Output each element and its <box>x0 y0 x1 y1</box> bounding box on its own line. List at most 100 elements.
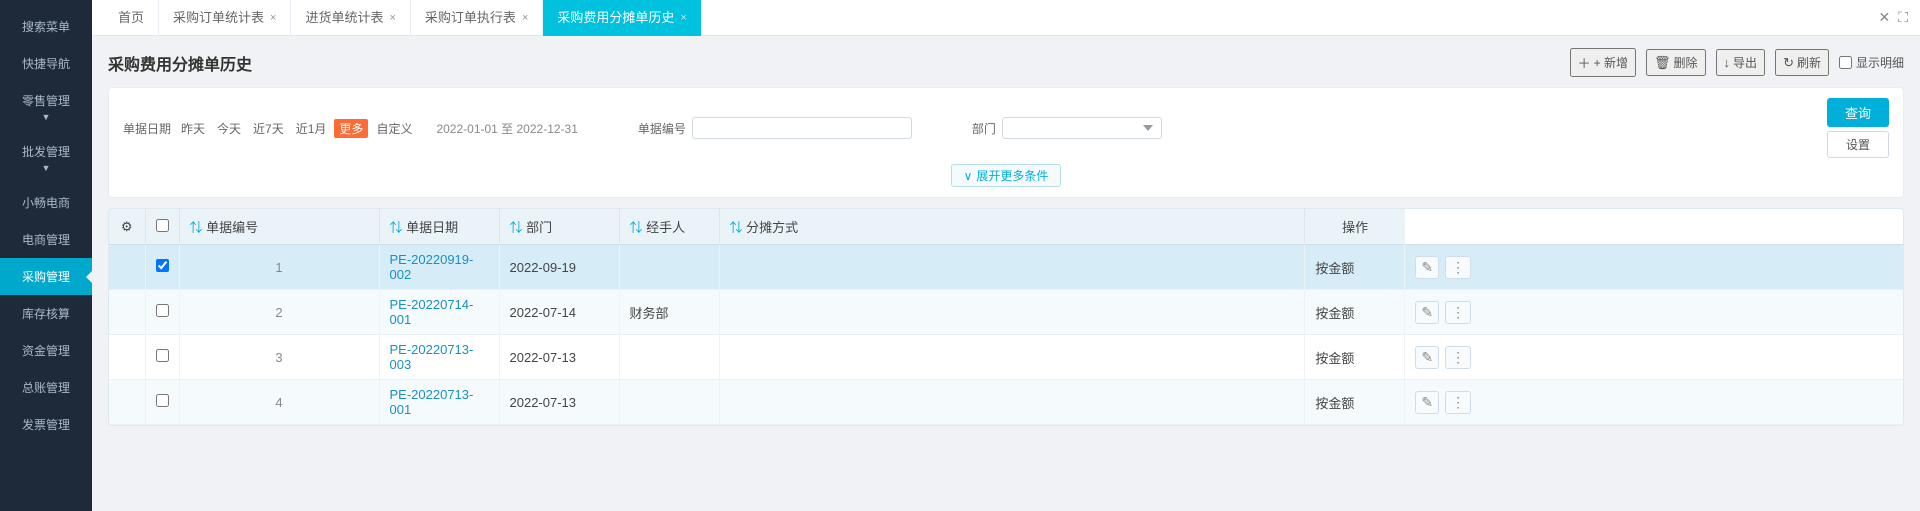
query-button[interactable]: 查询 <box>1827 98 1889 127</box>
date-more[interactable]: 更多 <box>334 119 368 138</box>
td-dept-0 <box>619 245 719 290</box>
row-checkbox-1[interactable] <box>156 304 169 317</box>
more-icon-2[interactable]: ⋮ <box>1445 346 1471 369</box>
fullscreen-icon[interactable]: ⛶ <box>1898 9 1908 26</box>
tab-close-inbound-stats[interactable]: × <box>389 0 395 36</box>
sidebar-item-purchase[interactable]: 采购管理 <box>0 258 92 295</box>
expand-row: ∨ 展开更多条件 <box>123 164 1889 187</box>
add-button[interactable]: ＋ + 新增 <box>1570 48 1636 77</box>
date-range-value: 2022-01-01 至 2022-12-31 <box>436 120 577 137</box>
sidebar-item-ecommerce-small[interactable]: 小畅电商 <box>0 184 92 221</box>
date-yesterday[interactable]: 昨天 <box>177 119 209 138</box>
docno-input[interactable] <box>692 117 912 139</box>
dept-select[interactable] <box>1002 117 1162 139</box>
doc-link-2[interactable]: PE-20220713-003 <box>390 342 474 372</box>
row-checkbox-2[interactable] <box>156 349 169 362</box>
tab-purchase-order-stats[interactable]: 采购订单统计表 × <box>159 0 291 36</box>
th-doc-id: ⇅ 单据编号 <box>179 209 379 245</box>
sidebar-item-retail[interactable]: 零售管理 ▼ <box>0 82 92 133</box>
sidebar-item-ecommerce[interactable]: 电商管理 <box>0 221 92 258</box>
td-action-0: ✎ ⋮ <box>1405 245 1903 290</box>
filter-row-1: 单据日期 昨天 今天 近7天 近1月 更多 自定义 2022-01-01 至 2… <box>123 98 1889 158</box>
td-checkbox-0[interactable] <box>145 245 179 290</box>
sidebar-item-search[interactable]: 搜索菜单 <box>0 8 92 45</box>
sidebar: 搜索菜单 快捷导航 零售管理 ▼ 批发管理 ▼ 小畅电商 电商管理 采购管理 库… <box>0 0 92 511</box>
tab-close-purchase-fee-history[interactable]: × <box>680 0 686 36</box>
tab-bar-actions: ✕ ⛶ <box>1878 9 1908 26</box>
td-setting-2 <box>109 335 145 380</box>
more-icon-3[interactable]: ⋮ <box>1445 391 1471 414</box>
refresh-button[interactable]: ↻ 刷新 <box>1775 49 1829 76</box>
td-checkbox-2[interactable] <box>145 335 179 380</box>
close-tab-icon[interactable]: ✕ <box>1878 9 1890 26</box>
filter-docno-item: 单据编号 <box>638 117 912 139</box>
delete-button[interactable]: 🗑 删除 <box>1646 49 1706 76</box>
th-action: 操作 <box>1305 209 1405 245</box>
date-1month[interactable]: 近1月 <box>292 119 331 138</box>
date-today[interactable]: 今天 <box>213 119 245 138</box>
filter-date-range: 2022-01-01 至 2022-12-31 <box>436 120 577 137</box>
show-col-checkbox[interactable] <box>1839 56 1852 69</box>
th-dept: ⇅ 部门 <box>499 209 619 245</box>
td-setting-3 <box>109 380 145 425</box>
date-options: 昨天 今天 近7天 近1月 更多 自定义 <box>177 119 416 138</box>
more-icon-1[interactable]: ⋮ <box>1445 301 1471 324</box>
sidebar-item-finance[interactable]: 资金管理 <box>0 332 92 369</box>
th-setting[interactable]: ⚙ <box>109 209 145 245</box>
row-checkbox-0[interactable] <box>156 259 169 272</box>
edit-icon-0[interactable]: ✎ <box>1415 256 1439 279</box>
select-all-checkbox[interactable] <box>156 219 169 232</box>
more-icon-0[interactable]: ⋮ <box>1445 256 1471 279</box>
td-checkbox-3[interactable] <box>145 380 179 425</box>
tab-purchase-exec[interactable]: 采购订单执行表 × <box>411 0 543 36</box>
td-docid-1: PE-20220714-001 <box>379 290 499 335</box>
table-row: 3 PE-20220713-003 2022-07-13 按金额 ✎ ⋮ <box>109 335 1903 380</box>
tab-close-purchase-order-stats[interactable]: × <box>270 0 276 36</box>
tab-purchase-fee-history[interactable]: 采购费用分摊单历史 × <box>543 0 701 36</box>
table-header-row: ⚙ ⇅ 单据编号 ⇅ 单据日期 ⇅ 部门 <box>109 209 1903 245</box>
sidebar-item-shortcut[interactable]: 快捷导航 <box>0 45 92 82</box>
td-checkbox-1[interactable] <box>145 290 179 335</box>
doc-link-3[interactable]: PE-20220713-001 <box>390 387 474 417</box>
sidebar-item-wholesale[interactable]: 批发管理 ▼ <box>0 133 92 184</box>
sidebar-item-inventory[interactable]: 库存核算 <box>0 295 92 332</box>
td-action-1: ✎ ⋮ <box>1405 290 1903 335</box>
sidebar-item-invoice[interactable]: 发票管理 <box>0 406 92 443</box>
show-col-checkbox-area[interactable]: 显示明细 <box>1839 54 1904 71</box>
td-docid-3: PE-20220713-001 <box>379 380 499 425</box>
th-checkbox[interactable] <box>145 209 179 245</box>
filter-dept-item: 部门 <box>972 117 1162 139</box>
filter-panel: 单据日期 昨天 今天 近7天 近1月 更多 自定义 2022-01-01 至 2… <box>108 87 1904 198</box>
expand-more-btn[interactable]: ∨ 展开更多条件 <box>951 164 1062 187</box>
sidebar-item-ledger[interactable]: 总账管理 <box>0 369 92 406</box>
td-dept-3 <box>619 380 719 425</box>
filter-actions: 查询 设置 <box>1827 98 1889 158</box>
td-num-3: 4 <box>179 380 379 425</box>
th-split: ⇅ 分摊方式 <box>719 209 1305 245</box>
td-dept-2 <box>619 335 719 380</box>
table-row: 1 PE-20220919-002 2022-09-19 按金额 ✎ ⋮ <box>109 245 1903 290</box>
edit-icon-1[interactable]: ✎ <box>1415 301 1439 324</box>
doc-link-1[interactable]: PE-20220714-001 <box>390 297 474 327</box>
edit-icon-3[interactable]: ✎ <box>1415 391 1439 414</box>
td-dept-1: 财务部 <box>619 290 719 335</box>
row-checkbox-3[interactable] <box>156 394 169 407</box>
tab-home[interactable]: 首页 <box>104 0 159 36</box>
table-row: 2 PE-20220714-001 2022-07-14 财务部 按金额 ✎ ⋮ <box>109 290 1903 335</box>
tab-close-purchase-exec[interactable]: × <box>522 0 528 36</box>
date-custom[interactable]: 自定义 <box>372 119 416 138</box>
toolbar: ＋ + 新增 🗑 删除 ↓ 导出 ↻ 刷新 显示明细 <box>1570 48 1904 77</box>
export-button[interactable]: ↓ 导出 <box>1716 49 1766 76</box>
sort-icon: ⇅ <box>630 220 643 235</box>
td-date-2: 2022-07-13 <box>499 335 619 380</box>
docno-filter-label: 单据编号 <box>638 120 686 137</box>
th-date: ⇅ 单据日期 <box>379 209 499 245</box>
tab-inbound-stats[interactable]: 进货单统计表 × <box>291 0 410 36</box>
date-7days[interactable]: 近7天 <box>249 119 288 138</box>
td-handler-3 <box>719 380 1305 425</box>
setting-button[interactable]: 设置 <box>1827 131 1889 158</box>
data-table: ⚙ ⇅ 单据编号 ⇅ 单据日期 ⇅ 部门 <box>109 209 1903 425</box>
edit-icon-2[interactable]: ✎ <box>1415 346 1439 369</box>
doc-link-0[interactable]: PE-20220919-002 <box>390 252 474 282</box>
td-date-3: 2022-07-13 <box>499 380 619 425</box>
